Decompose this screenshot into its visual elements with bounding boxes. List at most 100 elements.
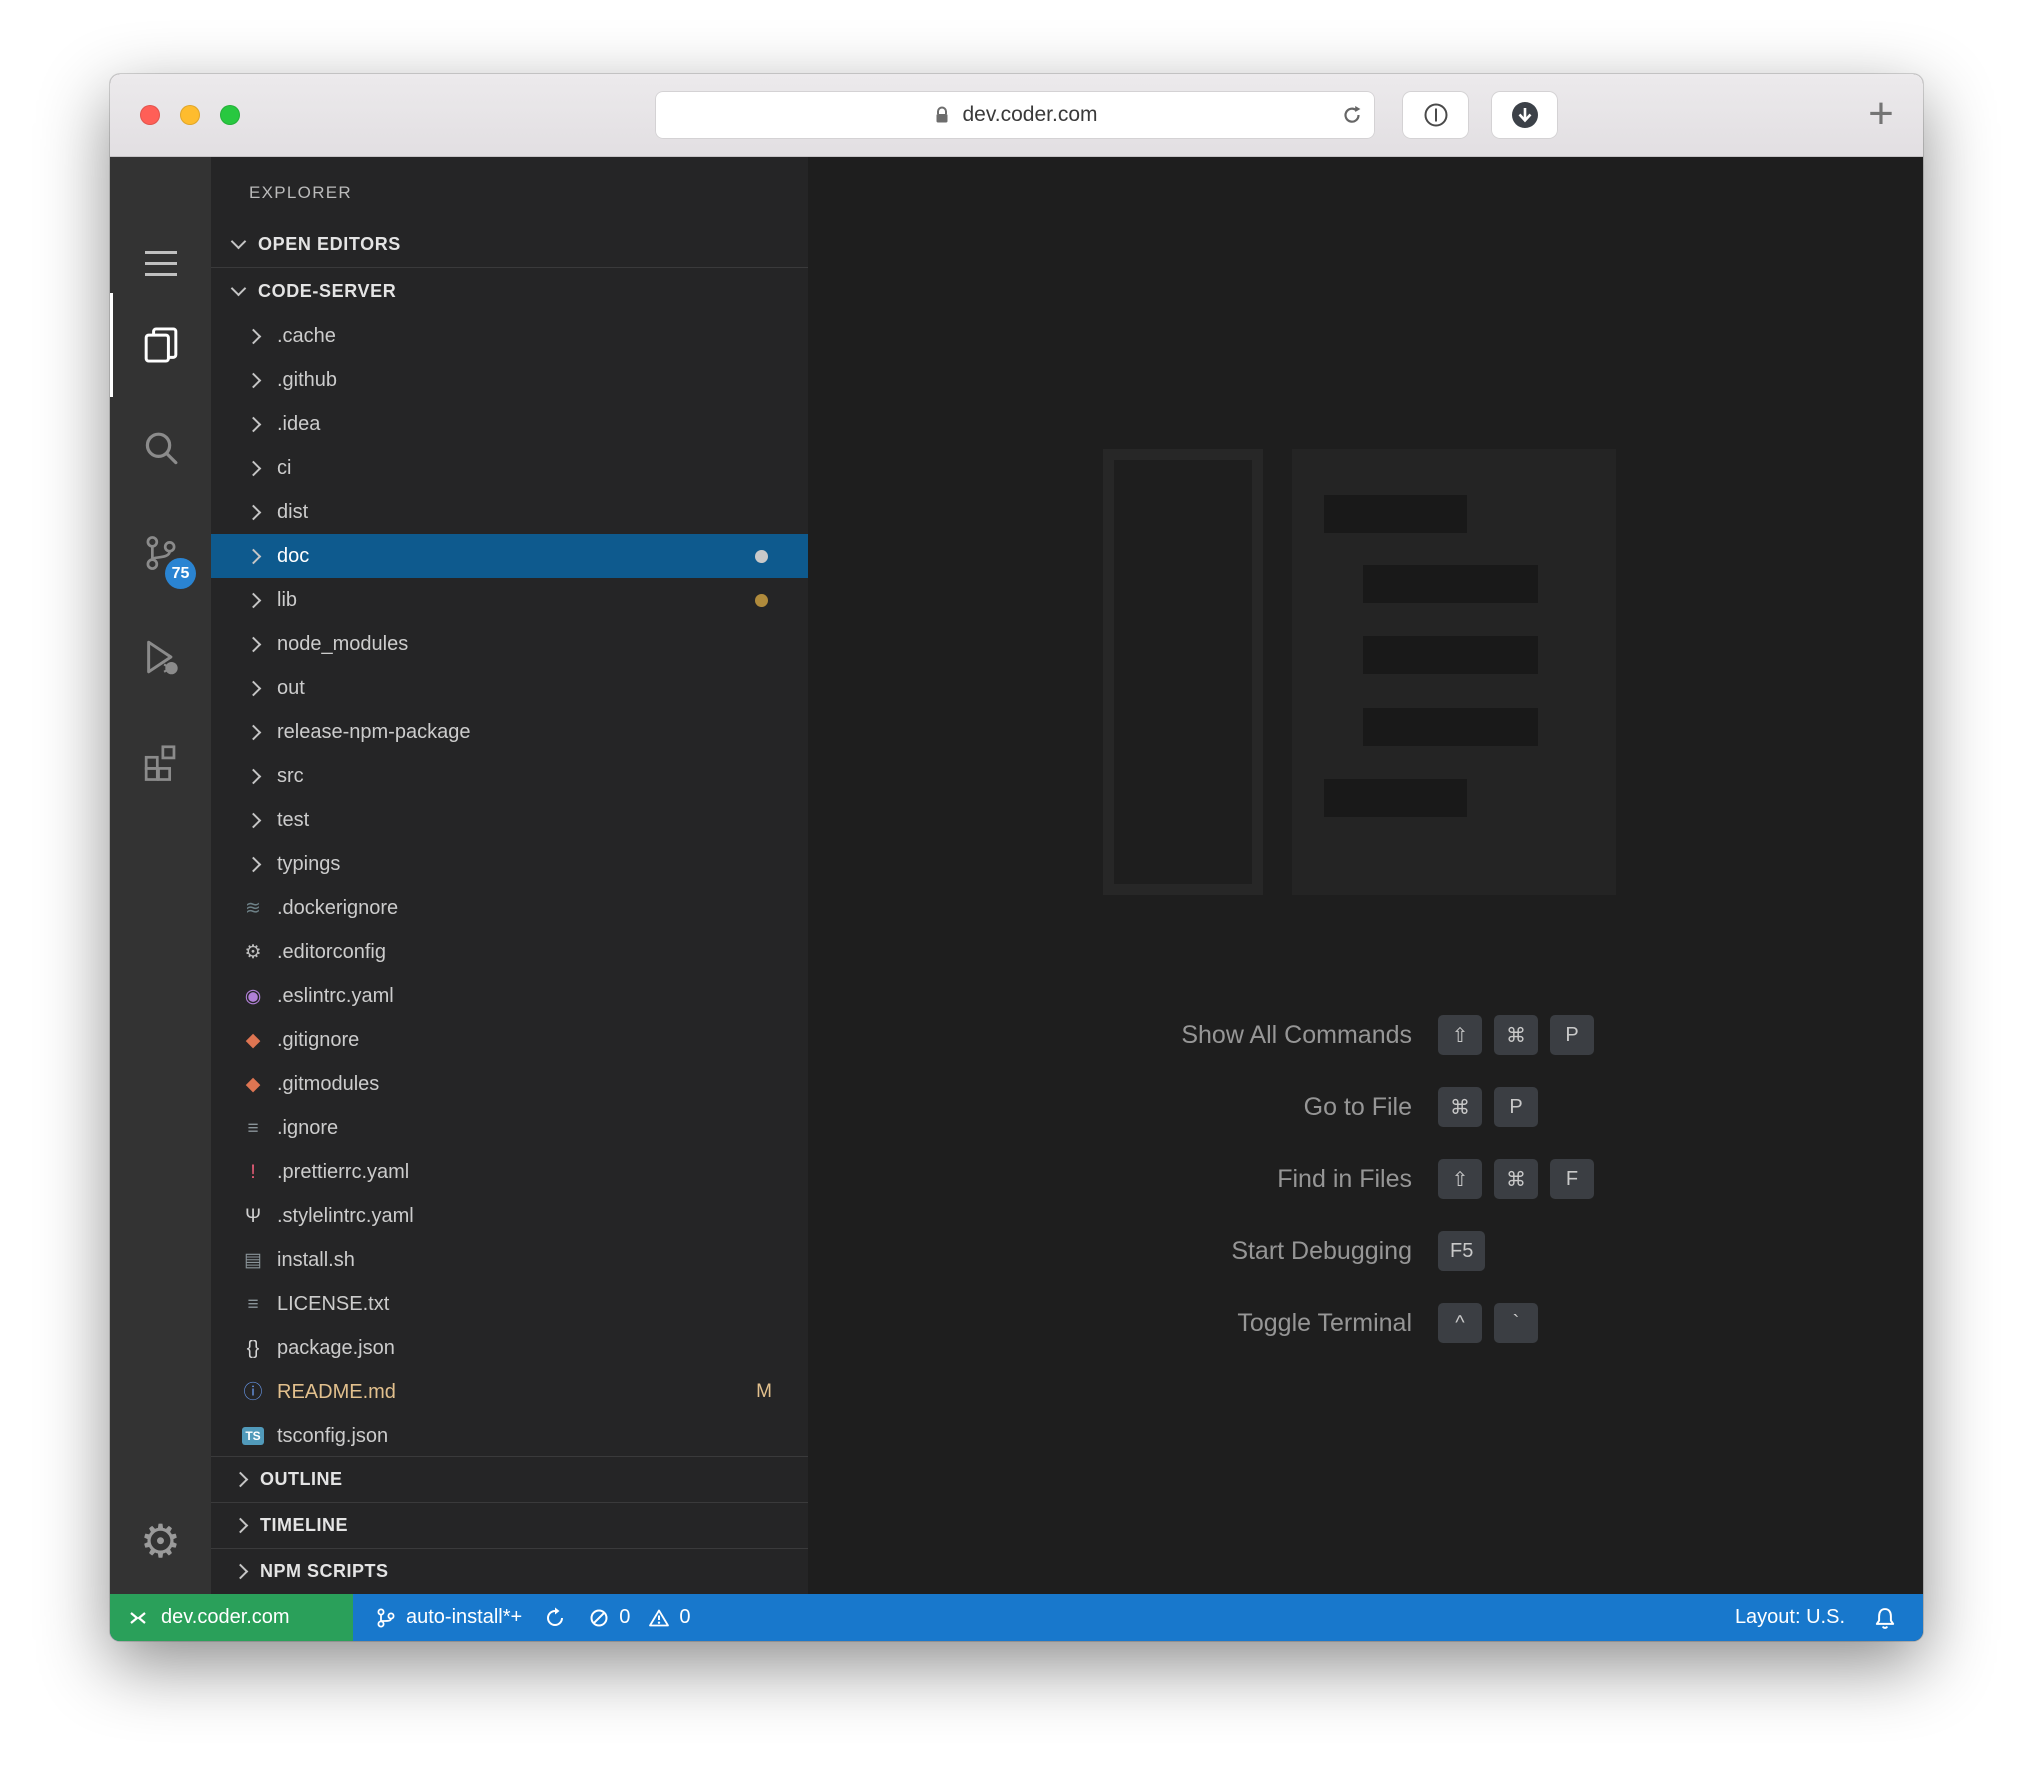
tree-folder-out[interactable]: out xyxy=(211,666,808,710)
warning-count: 0 xyxy=(679,1606,691,1628)
tree-folder-typings[interactable]: typings xyxy=(211,842,808,886)
keyboard-layout-indicator[interactable]: Layout: U.S. xyxy=(1735,1606,1845,1629)
tree-file-README.md[interactable]: ⓘ README.md M xyxy=(211,1370,808,1414)
tree-folder-.idea[interactable]: .idea xyxy=(211,402,808,446)
git-status-badge: M xyxy=(756,1381,772,1402)
outline-section-header[interactable]: OUTLINE xyxy=(211,1456,808,1502)
shortcut-keys: ⌘ P xyxy=(1438,1087,1538,1127)
tree-file-.ignore[interactable]: ≡ .ignore xyxy=(211,1106,808,1150)
branch-indicator[interactable]: auto-install*+ xyxy=(375,1606,522,1629)
entry-name: .eslintrc.yaml xyxy=(277,984,394,1007)
shortcut-keys: F5 xyxy=(1438,1231,1486,1271)
shortcut-label: Toggle Terminal xyxy=(1237,1308,1412,1337)
entry-name: dist xyxy=(277,500,309,523)
workspace-root-header[interactable]: CODE-SERVER xyxy=(211,268,808,314)
modified-indicator-dot xyxy=(755,549,768,563)
notifications-bell-icon[interactable] xyxy=(1873,1606,1897,1630)
tree-file-tsconfig.json[interactable]: TS tsconfig.json xyxy=(211,1414,808,1456)
watermark-bar xyxy=(1324,779,1467,817)
outline-label: OUTLINE xyxy=(260,1469,343,1489)
git-branch-icon xyxy=(375,1607,397,1629)
tree-folder-.github[interactable]: .github xyxy=(211,358,808,402)
new-tab-button[interactable]: + xyxy=(1855,86,1907,142)
tree-file-package.json[interactable]: {} package.json xyxy=(211,1326,808,1370)
warning-icon xyxy=(648,1607,670,1629)
chevron-right-icon xyxy=(239,460,267,476)
chevron-right-icon xyxy=(232,1517,249,1534)
entry-name: lib xyxy=(277,588,298,611)
vscode-workbench: 75 ⚙ EXPLORER OPEN EDITORS CODE-SERVER .… xyxy=(110,157,1923,1594)
close-button[interactable] xyxy=(140,105,160,125)
shortcut-label: Find in Files xyxy=(1277,1164,1412,1193)
tree-folder-src[interactable]: src xyxy=(211,754,808,798)
prettier-icon: ! xyxy=(250,1161,256,1183)
tree-folder-node_modules[interactable]: node_modules xyxy=(211,622,808,666)
keycap: ⇧ xyxy=(1438,1015,1482,1055)
search-tab[interactable] xyxy=(110,397,211,501)
content-blocker-button[interactable] xyxy=(1402,91,1469,139)
shortcut-label: Show All Commands xyxy=(1181,1020,1412,1049)
tree-folder-ci[interactable]: ci xyxy=(211,446,808,490)
keycap: P xyxy=(1494,1087,1538,1127)
watermark-bar xyxy=(1324,495,1467,533)
settings-gear-icon[interactable]: ⚙ xyxy=(110,1518,211,1564)
entry-name: install.sh xyxy=(277,1248,355,1271)
npm-scripts-section-header[interactable]: NPM SCRIPTS xyxy=(211,1548,808,1594)
file-tree: .cache .github .idea ci dist doc lib node_modul… xyxy=(211,314,808,1456)
url-bar[interactable]: dev.coder.com xyxy=(655,91,1375,139)
tree-folder-release-npm-package[interactable]: release-npm-package xyxy=(211,710,808,754)
entry-name: node_modules xyxy=(277,632,409,655)
zoom-button[interactable] xyxy=(220,105,240,125)
tree-folder-doc[interactable]: doc xyxy=(211,534,808,578)
tree-file-.gitmodules[interactable]: ◆ .gitmodules xyxy=(211,1062,808,1106)
tree-file-LICENSE.txt[interactable]: ≡ LICENSE.txt xyxy=(211,1282,808,1326)
chevron-down-icon xyxy=(230,280,247,297)
status-bar: dev.coder.com auto-install*+ 0 0 Layout:… xyxy=(110,1594,1923,1641)
download-button[interactable] xyxy=(1491,91,1558,139)
eslint-icon: ◉ xyxy=(244,985,262,1007)
explorer-tab[interactable] xyxy=(110,293,211,397)
entry-name: .idea xyxy=(277,412,321,435)
remote-indicator[interactable]: dev.coder.com xyxy=(110,1594,353,1641)
shortcut-hint: Find in Files ⇧ ⌘ F xyxy=(832,1159,1923,1199)
entry-name: .gitignore xyxy=(277,1028,360,1051)
error-icon xyxy=(588,1607,610,1629)
tree-file-.gitignore[interactable]: ◆ .gitignore xyxy=(211,1018,808,1062)
chevron-right-icon xyxy=(239,680,267,696)
shortcut-keys: ⇧ ⌘ P xyxy=(1438,1015,1594,1055)
reload-button[interactable] xyxy=(1341,104,1363,126)
readme-info-icon: ⓘ xyxy=(243,1381,263,1403)
tree-file-.stylelintrc.yaml[interactable]: Ψ .stylelintrc.yaml xyxy=(211,1194,808,1238)
extensions-tab[interactable] xyxy=(110,709,211,813)
tree-folder-.cache[interactable]: .cache xyxy=(211,314,808,358)
tree-folder-test[interactable]: test xyxy=(211,798,808,842)
keycap: ^ xyxy=(1438,1303,1482,1343)
tree-folder-lib[interactable]: lib xyxy=(211,578,808,622)
chevron-right-icon xyxy=(239,416,267,432)
problems-indicator[interactable]: 0 xyxy=(588,1606,630,1629)
typescript-icon: TS xyxy=(239,1427,267,1445)
editor-area: Show All Commands ⇧ ⌘ P Go to File ⌘ P Find in … xyxy=(808,157,1923,1594)
activity-bar: 75 ⚙ xyxy=(110,157,211,1594)
sync-button[interactable] xyxy=(544,1607,566,1629)
tree-folder-dist[interactable]: dist xyxy=(211,490,808,534)
search-icon xyxy=(140,428,182,470)
menu-button[interactable] xyxy=(110,233,211,293)
minimize-button[interactable] xyxy=(180,105,200,125)
open-editors-header[interactable]: OPEN EDITORS xyxy=(211,221,808,268)
npm-scripts-label: NPM SCRIPTS xyxy=(260,1561,389,1581)
entry-name: test xyxy=(277,808,310,831)
timeline-section-header[interactable]: TIMELINE xyxy=(211,1502,808,1548)
entry-name: typings xyxy=(277,852,341,875)
tree-file-.eslintrc.yaml[interactable]: ◉ .eslintrc.yaml xyxy=(211,974,808,1018)
chevron-right-icon xyxy=(239,592,267,608)
source-control-tab[interactable]: 75 xyxy=(110,501,211,605)
watermark-bar xyxy=(1363,708,1538,746)
keycap: ⇧ xyxy=(1438,1159,1482,1199)
warnings-indicator[interactable]: 0 xyxy=(648,1606,690,1629)
tree-file-.editorconfig[interactable]: ⚙ .editorconfig xyxy=(211,930,808,974)
tree-file-.prettierrc.yaml[interactable]: ! .prettierrc.yaml xyxy=(211,1150,808,1194)
tree-file-install.sh[interactable]: ▤ install.sh xyxy=(211,1238,808,1282)
tree-file-.dockerignore[interactable]: ≋ .dockerignore xyxy=(211,886,808,930)
run-debug-tab[interactable] xyxy=(110,605,211,709)
